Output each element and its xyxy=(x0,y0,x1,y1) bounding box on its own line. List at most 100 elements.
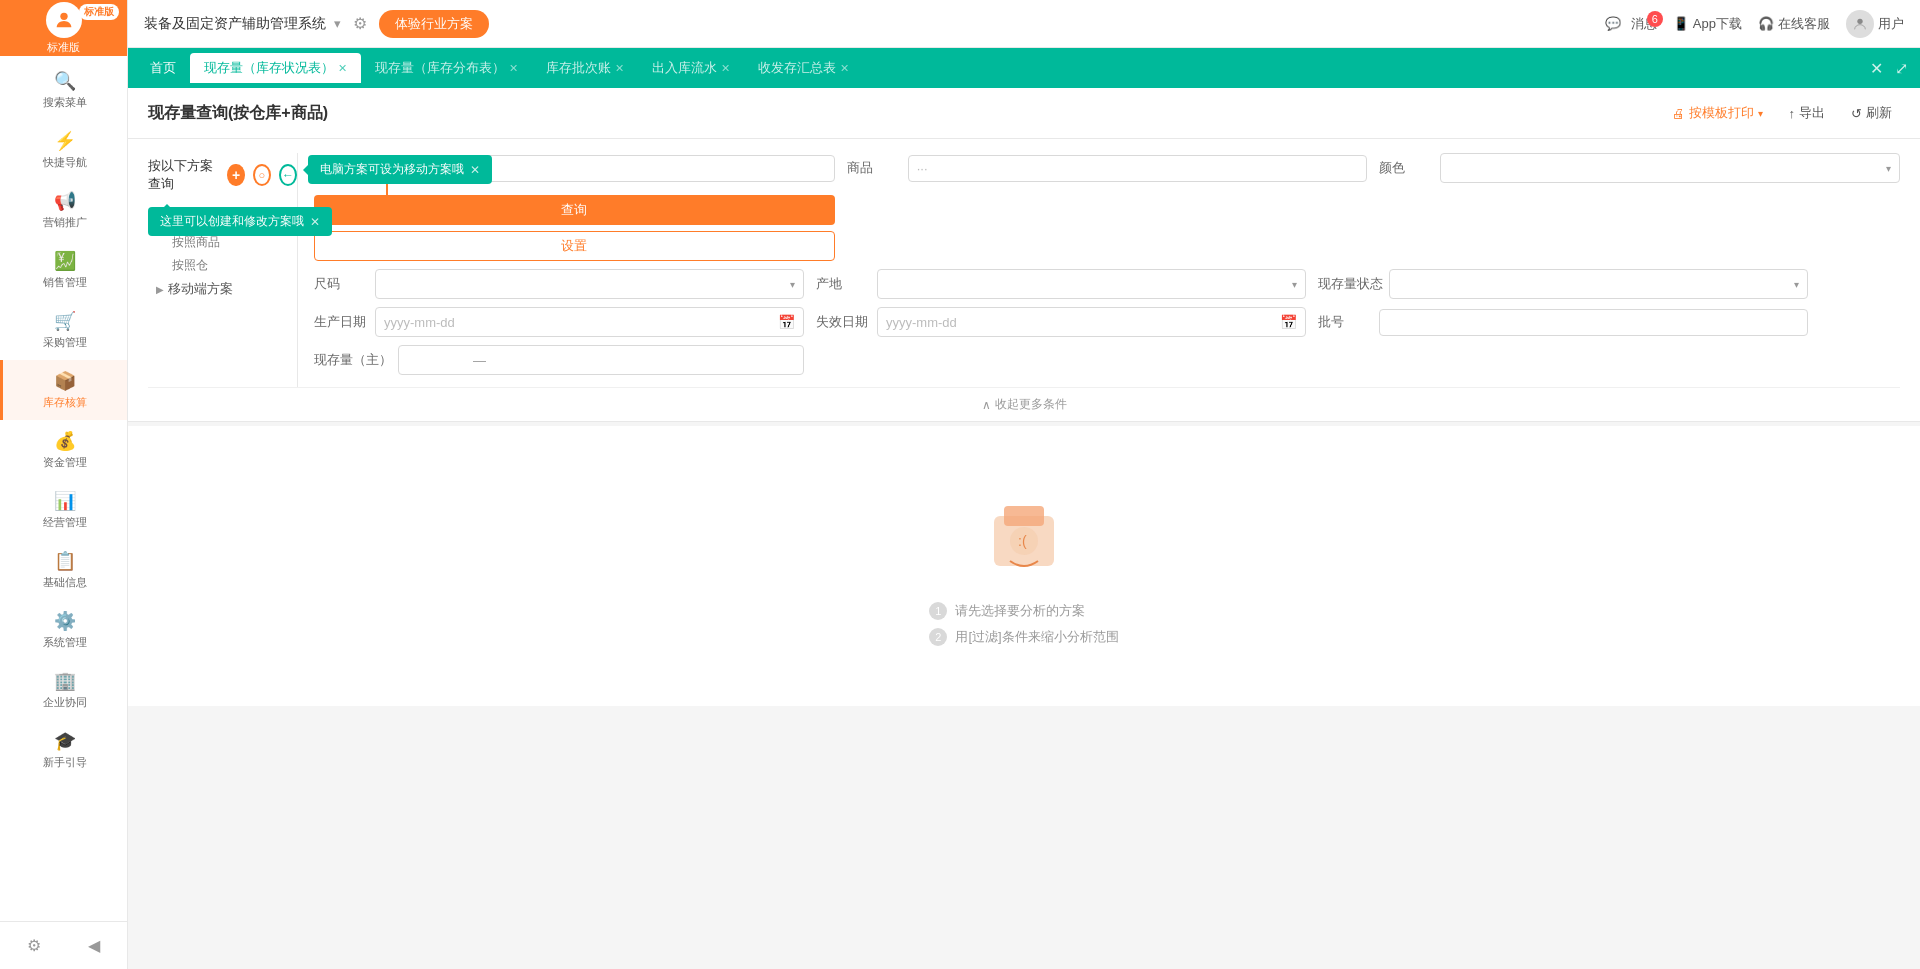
prod-date-input[interactable]: yyyy-mm-dd 📅 xyxy=(375,307,804,337)
scheme-panel: 按以下方案查询 + ○ ← 电脑方案可设为移动方案哦 ✕ xyxy=(148,153,298,387)
filter-row-3: 生产日期 yyyy-mm-dd 📅 失效日期 yyyy-mm-dd xyxy=(314,307,1900,337)
tab-batch-account-close[interactable]: ✕ xyxy=(615,62,624,75)
sidebar-item-inventory[interactable]: 📦 库存核算 xyxy=(0,360,127,420)
search-reset-group: 查询 设置 xyxy=(314,195,835,261)
reset-button[interactable]: 设置 xyxy=(314,231,835,261)
tooltip-scheme-close[interactable]: ✕ xyxy=(470,163,480,177)
sidebar-item-quick-nav[interactable]: ⚡ 快捷导航 xyxy=(0,120,127,180)
sidebar-item-guide[interactable]: 🎓 新手引导 xyxy=(0,720,127,780)
range-dash: — xyxy=(473,353,486,368)
app-download-item[interactable]: 📱 App下载 xyxy=(1673,15,1742,33)
scheme-sub-warehouse[interactable]: 按照仓 xyxy=(148,254,297,277)
experience-button[interactable]: 体验行业方案 xyxy=(379,10,489,38)
goods-input[interactable]: ··· xyxy=(908,155,1368,182)
origin-label: 产地 xyxy=(816,275,871,293)
prod-date-label: 生产日期 xyxy=(314,313,369,331)
export-btn[interactable]: ↑ 导出 xyxy=(1781,100,1834,126)
origin-select[interactable]: ▾ xyxy=(877,269,1306,299)
field-color: 颜色 ▾ xyxy=(1379,153,1900,183)
template-print-btn[interactable]: 🖨 按模板打印 ▾ xyxy=(1664,100,1771,126)
sidebar-item-marketing-label: 营销推广 xyxy=(43,215,87,230)
avatar xyxy=(1846,10,1874,38)
sidebar-item-system[interactable]: ⚙️ 系统管理 xyxy=(0,600,127,660)
sidebar-item-purchase[interactable]: 🛒 采购管理 xyxy=(0,300,127,360)
origin-select-arrow-icon: ▾ xyxy=(1292,279,1297,290)
svg-point-1 xyxy=(1857,18,1862,23)
operations-icon: 📊 xyxy=(54,490,76,512)
stock-status-select[interactable]: ▾ xyxy=(1389,269,1808,299)
tooltip-create-text: 这里可以创建和修改方案哦 xyxy=(160,213,304,230)
sidebar-item-basic-info-label: 基础信息 xyxy=(43,575,87,590)
stock-main-max[interactable] xyxy=(492,353,552,368)
tab-collection-summary-close[interactable]: ✕ xyxy=(840,62,849,75)
purchase-icon: 🛒 xyxy=(54,310,76,332)
empty-step-1: 1 请先选择要分析的方案 xyxy=(929,602,1118,620)
color-select-arrow-icon: ▾ xyxy=(1886,163,1891,174)
online-support-item[interactable]: 🎧 在线客服 xyxy=(1758,15,1830,33)
tab-inventory-dist[interactable]: 现存量（库存分布表） ✕ xyxy=(361,53,532,83)
tab-bar-right: ✕ ⤢ xyxy=(1866,55,1912,82)
tab-home[interactable]: 首页 xyxy=(136,53,190,83)
batch-input[interactable] xyxy=(1379,309,1808,336)
tab-inventory-dist-label: 现存量（库存分布表） xyxy=(375,59,505,77)
empty-steps: 1 请先选择要分析的方案 2 用[过滤]条件来缩小分析范围 xyxy=(929,602,1118,646)
print-dropdown-icon: ▾ xyxy=(1758,108,1763,119)
tab-inout-flow[interactable]: 出入库流水 ✕ xyxy=(638,53,744,83)
color-select[interactable]: ▾ xyxy=(1440,153,1900,183)
stock-main-range[interactable]: — xyxy=(398,345,804,375)
sidebar-item-search[interactable]: 🔍 搜索菜单 xyxy=(0,60,127,120)
sidebar-item-marketing[interactable]: 📢 营销推广 xyxy=(0,180,127,240)
batch-label: 批号 xyxy=(1318,313,1373,331)
mobile-arrow-icon: ▶ xyxy=(156,284,164,295)
tab-close-all-btn[interactable]: ✕ xyxy=(1866,55,1887,82)
expire-date-input[interactable]: yyyy-mm-dd 📅 xyxy=(877,307,1306,337)
tab-expand-btn[interactable]: ⤢ xyxy=(1891,55,1912,82)
tab-batch-account[interactable]: 库存批次账 ✕ xyxy=(532,53,638,83)
tab-inventory-status-close[interactable]: ✕ xyxy=(338,62,347,75)
filter-add-btn[interactable]: + xyxy=(227,164,244,186)
enterprise-icon: 🏢 xyxy=(54,670,76,692)
headset-icon: 🎧 xyxy=(1758,16,1774,31)
notifications-item[interactable]: 💬 6 消息 xyxy=(1605,15,1657,33)
expire-date-calendar-icon: 📅 xyxy=(1280,314,1297,330)
tab-collection-summary[interactable]: 收发存汇总表 ✕ xyxy=(744,53,863,83)
tooltip-scheme: 电脑方案可设为移动方案哦 ✕ xyxy=(308,155,492,184)
collapse-label: 收起更多条件 xyxy=(995,396,1067,413)
settings-btn[interactable]: ⚙ xyxy=(23,932,45,959)
sidebar-item-basic-info[interactable]: 📋 基础信息 xyxy=(0,540,127,600)
filter-label: 按以下方案查询 xyxy=(148,157,219,193)
sidebar-item-system-label: 系统管理 xyxy=(43,635,87,650)
filter-row-2: 尺码 ▾ 产地 ▾ xyxy=(314,269,1900,299)
tab-inventory-status[interactable]: 现存量（库存状况表） ✕ xyxy=(190,53,361,83)
color-label: 颜色 xyxy=(1379,159,1434,177)
tab-inventory-dist-close[interactable]: ✕ xyxy=(509,62,518,75)
search-button[interactable]: 查询 xyxy=(314,195,835,225)
tab-inventory-status-label: 现存量（库存状况表） xyxy=(204,59,334,77)
field-size: 尺码 ▾ xyxy=(314,269,804,299)
tooltip-create-close[interactable]: ✕ xyxy=(310,215,320,229)
refresh-btn[interactable]: ↺ 刷新 xyxy=(1843,100,1900,126)
expire-date-label: 失效日期 xyxy=(816,313,871,331)
goods-dots: ··· xyxy=(917,161,928,176)
empty-step-2: 2 用[过滤]条件来缩小分析范围 xyxy=(929,628,1118,646)
sidebar-nav: 🔍 搜索菜单 ⚡ 快捷导航 📢 营销推广 💹 销售管理 🛒 采购管理 📦 库存核… xyxy=(0,56,127,921)
sidebar-item-sales[interactable]: 💹 销售管理 xyxy=(0,240,127,300)
sidebar: 标准版 标准版 🔍 搜索菜单 ⚡ 快捷导航 📢 营销推广 💹 销售管理 🛒 采购… xyxy=(0,0,128,969)
filter-arrow-btn[interactable]: ← xyxy=(279,164,297,186)
stock-main-min[interactable] xyxy=(407,353,467,368)
user-item[interactable]: 用户 xyxy=(1846,10,1904,38)
scheme-tree-mobile[interactable]: ▶ 移动端方案 xyxy=(148,277,297,301)
collapse-bar[interactable]: ∧ 收起更多条件 xyxy=(148,387,1900,421)
filter-circle-btn[interactable]: ○ xyxy=(253,164,271,186)
tab-inout-flow-close[interactable]: ✕ xyxy=(721,62,730,75)
size-select[interactable]: ▾ xyxy=(375,269,804,299)
sidebar-item-operations[interactable]: 📊 经营管理 xyxy=(0,480,127,540)
system-dropdown-icon[interactable]: ▾ xyxy=(334,16,341,31)
step-2-text: 用[过滤]条件来缩小分析范围 xyxy=(955,628,1118,646)
collapse-sidebar-btn[interactable]: ◀ xyxy=(84,932,104,959)
sidebar-item-finance[interactable]: 💰 资金管理 xyxy=(0,420,127,480)
gear-settings-btn[interactable]: ⚙ xyxy=(349,10,371,37)
step-2-num: 2 xyxy=(929,628,947,646)
sidebar-item-enterprise[interactable]: 🏢 企业协同 xyxy=(0,660,127,720)
sidebar-logo: 标准版 标准版 xyxy=(0,0,127,56)
